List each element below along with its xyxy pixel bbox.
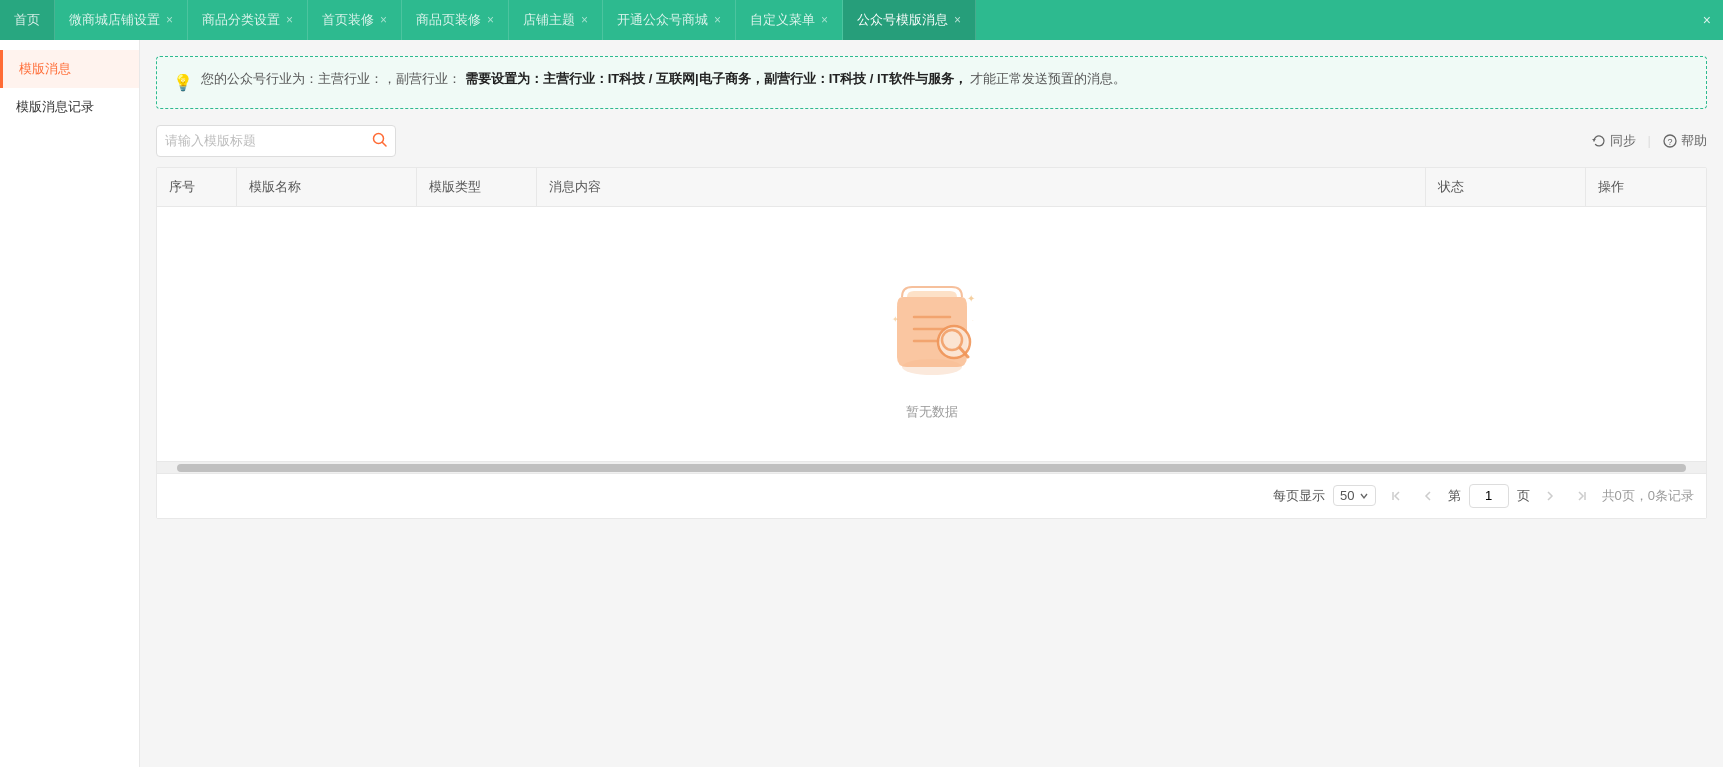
close-icon[interactable]: ×	[487, 13, 494, 27]
nav-tab-store-settings[interactable]: 微商城店铺设置 ×	[55, 0, 188, 40]
close-icon[interactable]: ×	[380, 13, 387, 27]
first-page-icon	[1390, 490, 1402, 502]
page-size-select[interactable]: 50	[1333, 485, 1375, 506]
search-input[interactable]	[165, 133, 372, 148]
empty-state: ✦ ✦ · 暂无数据	[157, 207, 1706, 461]
page-size-label: 每页显示	[1273, 487, 1325, 505]
close-icon[interactable]: ×	[714, 13, 721, 27]
close-icon[interactable]: ×	[821, 13, 828, 27]
search-button[interactable]	[372, 132, 387, 150]
last-page-icon	[1576, 490, 1588, 502]
th-name: 模版名称	[237, 168, 417, 206]
table: 序号 模版名称 模版类型 消息内容 状态 操作	[156, 167, 1707, 519]
page-label: 第	[1448, 487, 1461, 505]
sync-icon	[1592, 134, 1606, 148]
nav-tab-product-decor-label: 商品页装修	[416, 11, 481, 29]
close-icon[interactable]: ×	[581, 13, 588, 27]
nav-tab-custom-menu[interactable]: 自定义菜单 ×	[736, 0, 843, 40]
nav-tab-store-theme[interactable]: 店铺主题 ×	[509, 0, 603, 40]
nav-tab-home[interactable]: 首页	[0, 0, 55, 40]
svg-text:·: ·	[972, 317, 974, 323]
nav-tab-custom-menu-label: 自定义菜单	[750, 11, 815, 29]
help-label: 帮助	[1681, 132, 1707, 150]
info-banner-highlight: 需要设置为：主营行业：IT科技 / 互联网|电子商务，副营行业：IT科技 / I…	[465, 71, 967, 86]
nav-tab-open-mall[interactable]: 开通公众号商城 ×	[603, 0, 736, 40]
page-input[interactable]	[1469, 484, 1509, 508]
first-page-button[interactable]	[1384, 484, 1408, 508]
nav-tab-open-mall-label: 开通公众号商城	[617, 11, 708, 29]
nav-tab-product-category-label: 商品分类设置	[202, 11, 280, 29]
info-banner-text: 您的公众号行业为：主营行业：，副营行业： 需要设置为：主营行业：IT科技 / 互…	[201, 69, 1126, 90]
nav-tab-home-decor-label: 首页装修	[322, 11, 374, 29]
scroll-thumb[interactable]	[177, 464, 1686, 472]
close-icon[interactable]: ×	[954, 13, 961, 27]
info-banner-text-before: 您的公众号行业为：主营行业：，副营行业：	[201, 71, 461, 86]
top-nav: 首页 微商城店铺设置 × 商品分类设置 × 首页装修 × 商品页装修 × 店铺主…	[0, 0, 1723, 40]
close-icon[interactable]: ×	[166, 13, 173, 27]
nav-tab-store-settings-label: 微商城店铺设置	[69, 11, 160, 29]
empty-state-text: 暂无数据	[906, 403, 958, 421]
th-seq: 序号	[157, 168, 237, 206]
th-type: 模版类型	[417, 168, 537, 206]
bulb-icon: 💡	[173, 70, 193, 96]
next-page-button[interactable]	[1538, 484, 1562, 508]
page-unit: 页	[1517, 487, 1530, 505]
sidebar: 模版消息 模版消息记录	[0, 40, 140, 767]
sync-button[interactable]: 同步	[1592, 132, 1636, 150]
chevron-down-icon	[1359, 491, 1369, 501]
th-action: 操作	[1586, 168, 1706, 206]
nav-tab-store-theme-label: 店铺主题	[523, 11, 575, 29]
sidebar-item-template-msg-record-label: 模版消息记录	[16, 99, 94, 114]
search-bar: 同步 | ? 帮助	[156, 125, 1707, 157]
nav-tab-template-msg-label: 公众号模版消息	[857, 11, 948, 29]
nav-tab-home-decor[interactable]: 首页装修 ×	[308, 0, 402, 40]
help-icon: ?	[1663, 134, 1677, 148]
nav-tab-product-category[interactable]: 商品分类设置 ×	[188, 0, 308, 40]
close-icon[interactable]: ×	[286, 13, 293, 27]
toolbar-divider: |	[1648, 133, 1651, 148]
total-text: 共0页，0条记录	[1602, 487, 1694, 505]
layout: 模版消息 模版消息记录 💡 您的公众号行业为：主营行业：，副营行业： 需要设置为…	[0, 40, 1723, 767]
sync-label: 同步	[1610, 132, 1636, 150]
info-banner: 💡 您的公众号行业为：主营行业：，副营行业： 需要设置为：主营行业：IT科技 /…	[156, 56, 1707, 109]
svg-line-1	[383, 142, 387, 146]
search-input-wrap[interactable]	[156, 125, 396, 157]
main-content: 💡 您的公众号行业为：主营行业：，副营行业： 需要设置为：主营行业：IT科技 /…	[140, 40, 1723, 767]
th-status: 状态	[1426, 168, 1586, 206]
pagination: 每页显示 50 第	[157, 473, 1706, 518]
sidebar-item-template-msg[interactable]: 模版消息	[0, 50, 139, 88]
toolbar-right: 同步 | ? 帮助	[1592, 132, 1707, 150]
th-content: 消息内容	[537, 168, 1426, 206]
nav-tab-template-msg[interactable]: 公众号模版消息 ×	[843, 0, 976, 40]
page-size-value: 50	[1340, 488, 1354, 503]
svg-text:✦: ✦	[892, 315, 899, 324]
nav-tab-home-label: 首页	[14, 11, 40, 29]
sidebar-item-template-msg-record[interactable]: 模版消息记录	[0, 88, 139, 126]
svg-text:?: ?	[1667, 137, 1672, 147]
nav-close-all-button[interactable]: ×	[1691, 12, 1723, 28]
prev-page-button[interactable]	[1416, 484, 1440, 508]
nav-tab-product-decor[interactable]: 商品页装修 ×	[402, 0, 509, 40]
horizontal-scrollbar[interactable]	[157, 461, 1706, 473]
last-page-button[interactable]	[1570, 484, 1594, 508]
help-button[interactable]: ? 帮助	[1663, 132, 1707, 150]
info-banner-text-after: 才能正常发送预置的消息。	[970, 71, 1126, 86]
prev-page-icon	[1422, 490, 1434, 502]
table-header: 序号 模版名称 模版类型 消息内容 状态 操作	[157, 168, 1706, 207]
sidebar-item-template-msg-label: 模版消息	[19, 61, 71, 76]
empty-state-icon: ✦ ✦ ·	[872, 267, 992, 387]
next-page-icon	[1544, 490, 1556, 502]
svg-text:✦: ✦	[967, 293, 975, 304]
